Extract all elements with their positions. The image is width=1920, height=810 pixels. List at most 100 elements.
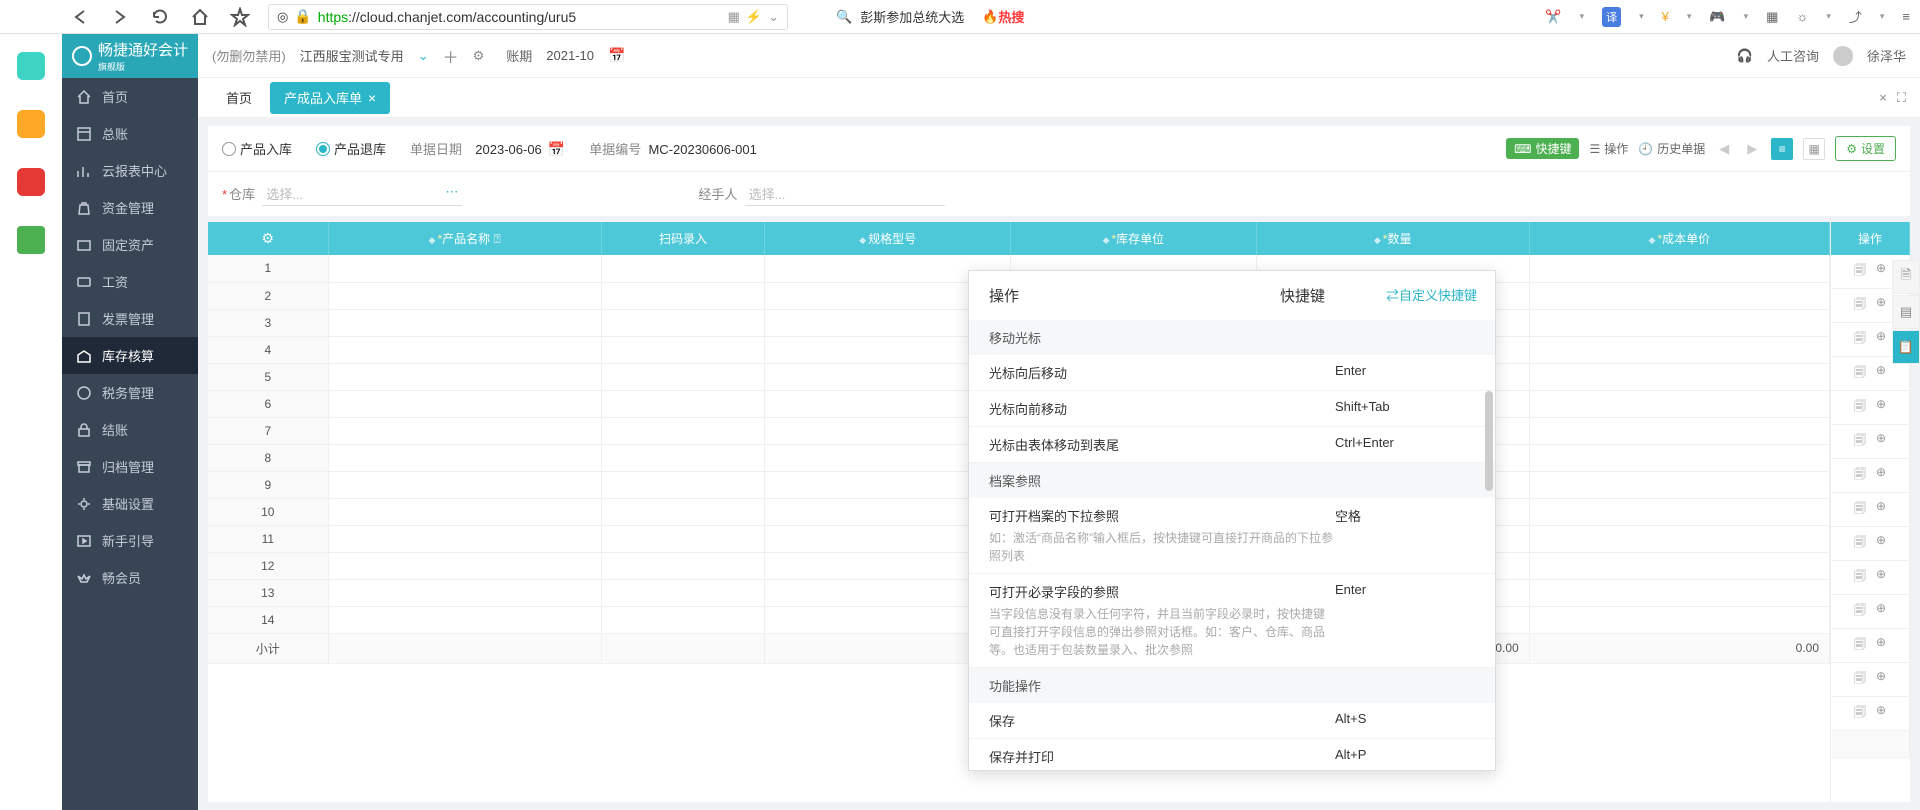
row-add-icon[interactable]: ⊕ — [1876, 397, 1886, 418]
rail-app-4[interactable] — [17, 226, 45, 254]
row-add-icon[interactable]: ⊕ — [1876, 499, 1886, 520]
sidebar-item-home[interactable]: 首页 — [62, 78, 198, 115]
apps-icon[interactable]: ▦ — [1766, 9, 1778, 25]
scrollbar[interactable] — [1485, 391, 1493, 491]
row-copy-icon[interactable]: 🗐 — [1854, 397, 1866, 418]
gamepad-icon[interactable]: 🎮 — [1709, 9, 1725, 25]
row-copy-icon[interactable]: 🗐 — [1854, 533, 1866, 554]
sidebar-item-ledger[interactable]: 总账 — [62, 115, 198, 152]
next-icon[interactable]: ▶ — [1743, 141, 1761, 157]
rail-app-3[interactable] — [17, 168, 45, 196]
row-copy-icon[interactable]: 🗐 — [1854, 703, 1866, 724]
row-add-icon[interactable]: ⊕ — [1876, 431, 1886, 452]
forward-icon[interactable] — [110, 7, 130, 27]
row-copy-icon[interactable]: 🗐 — [1854, 465, 1866, 486]
sidebar-item-salary[interactable]: 工资 — [62, 263, 198, 300]
share-icon[interactable]: ⤴ — [1849, 7, 1862, 26]
radio-stock-out[interactable]: 产品退库 — [316, 139, 386, 158]
row-copy-icon[interactable]: 🗐 — [1854, 329, 1866, 350]
home-icon[interactable] — [190, 7, 210, 27]
sidebar-item-tax[interactable]: 税务管理 — [62, 374, 198, 411]
row-add-icon[interactable]: ⊕ — [1876, 533, 1886, 554]
row-copy-icon[interactable]: 🗐 — [1854, 295, 1866, 316]
tab-home[interactable]: 首页 — [212, 82, 266, 114]
sidebar-item-inventory[interactable]: 库存核算 — [62, 337, 198, 374]
tab-current[interactable]: 产成品入库单× — [270, 82, 390, 114]
row-add-icon[interactable]: ⊕ — [1876, 261, 1886, 282]
row-add-icon[interactable]: ⊕ — [1876, 363, 1886, 384]
avatar[interactable] — [1833, 46, 1853, 66]
row-add-icon[interactable]: ⊕ — [1876, 635, 1886, 656]
col-unit[interactable]: ◆*库存单位 — [1011, 222, 1257, 255]
hot-search-badge[interactable]: 🔥热搜 — [982, 7, 1024, 26]
col-qty[interactable]: ◆*数量 — [1256, 222, 1529, 255]
row-copy-icon[interactable]: 🗐 — [1854, 363, 1866, 384]
col-price[interactable]: ◆*成本单价 — [1529, 222, 1829, 255]
row-add-icon[interactable]: ⊕ — [1876, 669, 1886, 690]
date-value[interactable]: 2023-06-06 — [469, 140, 548, 159]
row-copy-icon[interactable]: 🗐 — [1854, 499, 1866, 520]
coin-icon[interactable]: ¥ — [1662, 9, 1669, 24]
rail-app-1[interactable] — [17, 52, 45, 80]
prev-icon[interactable]: ◀ — [1715, 141, 1733, 157]
row-copy-icon[interactable]: 🗐 — [1854, 567, 1866, 588]
row-add-icon[interactable]: ⊕ — [1876, 295, 1886, 316]
row-copy-icon[interactable]: 🗐 — [1854, 635, 1866, 656]
rail-app-2[interactable] — [17, 110, 45, 138]
sidebar-item-close[interactable]: 结账 — [62, 411, 198, 448]
sidebar-item-reports[interactable]: 云报表中心 — [62, 152, 198, 189]
sidebar-item-member[interactable]: 畅会员 — [62, 559, 198, 596]
shortcut-badge[interactable]: ⌨ 快捷键 — [1506, 138, 1579, 159]
back-icon[interactable] — [70, 7, 90, 27]
url-bar[interactable]: ◎ 🔒 https://cloud.chanjet.com/accounting… — [268, 4, 788, 30]
qr-icon[interactable]: ▦ — [728, 9, 740, 25]
handler-select[interactable]: 选择... — [745, 182, 945, 206]
sidebar-item-invoice[interactable]: 发票管理 — [62, 300, 198, 337]
col-spec[interactable]: ◆规格型号 — [765, 222, 1011, 255]
row-add-icon[interactable]: ⊕ — [1876, 703, 1886, 724]
float-tool-3[interactable]: 📋 — [1892, 330, 1920, 364]
sidebar-item-guide[interactable]: 新手引导 — [62, 522, 198, 559]
col-scan[interactable]: 扫码录入 — [601, 222, 765, 255]
tab-close-all-icon[interactable]: × — [1879, 90, 1887, 106]
col-gear[interactable]: ⚙ — [208, 222, 328, 255]
sidebar-item-archive[interactable]: 归档管理 — [62, 448, 198, 485]
close-icon[interactable]: × — [368, 90, 376, 106]
col-product[interactable]: ◆*产品名称 ⍰ — [328, 222, 601, 255]
tab-expand-icon[interactable]: ⛶ — [1897, 90, 1906, 106]
settings-button[interactable]: ⚙ 设置 — [1835, 136, 1896, 161]
reload-icon[interactable] — [150, 7, 170, 27]
row-copy-icon[interactable]: 🗐 — [1854, 431, 1866, 452]
add-icon[interactable]: ＋ — [443, 44, 459, 68]
period-value[interactable]: 2021-10 — [546, 48, 594, 63]
brightness-icon[interactable]: ☼ — [1796, 9, 1808, 24]
calendar-icon[interactable]: 📅 — [548, 141, 565, 157]
history-button[interactable]: 🕘 历史单据 — [1638, 140, 1705, 157]
translate-icon[interactable]: 译 — [1602, 7, 1621, 27]
radio-stock-in[interactable]: 产品入库 — [222, 139, 292, 158]
star-icon[interactable] — [230, 7, 250, 27]
search-box[interactable]: 🔍 彭斯参加总统大选 — [836, 7, 964, 26]
gear-icon[interactable]: ⚙ — [473, 48, 485, 64]
sidebar-item-settings[interactable]: 基础设置 — [62, 485, 198, 522]
scissors-icon[interactable]: ✂️ — [1545, 9, 1561, 25]
row-copy-icon[interactable]: 🗐 — [1854, 669, 1866, 690]
dropdown-icon[interactable]: ⌄ — [768, 9, 779, 25]
float-tool-2[interactable]: ▤ — [1892, 295, 1920, 329]
list-view-icon[interactable]: ≡ — [1771, 138, 1793, 160]
menu-icon[interactable]: ≡ — [1902, 9, 1910, 24]
row-add-icon[interactable]: ⊕ — [1876, 601, 1886, 622]
operation-button[interactable]: ☰ 操作 — [1589, 140, 1628, 157]
consult-link[interactable]: 人工咨询 — [1767, 46, 1819, 65]
sidebar-item-funds[interactable]: 资金管理 — [62, 189, 198, 226]
row-copy-icon[interactable]: 🗐 — [1854, 601, 1866, 622]
sidebar-item-assets[interactable]: 固定资产 — [62, 226, 198, 263]
warehouse-select[interactable]: 选择... — [262, 182, 462, 206]
custom-shortcut-link[interactable]: ⇄自定义快捷键 — [1386, 285, 1477, 304]
bolt-icon[interactable]: ⚡ — [746, 9, 762, 25]
float-tool-1[interactable]: 🗎 — [1892, 260, 1920, 294]
row-add-icon[interactable]: ⊕ — [1876, 465, 1886, 486]
grid-view-icon[interactable]: ▦ — [1803, 138, 1825, 160]
row-add-icon[interactable]: ⊕ — [1876, 329, 1886, 350]
row-add-icon[interactable]: ⊕ — [1876, 567, 1886, 588]
